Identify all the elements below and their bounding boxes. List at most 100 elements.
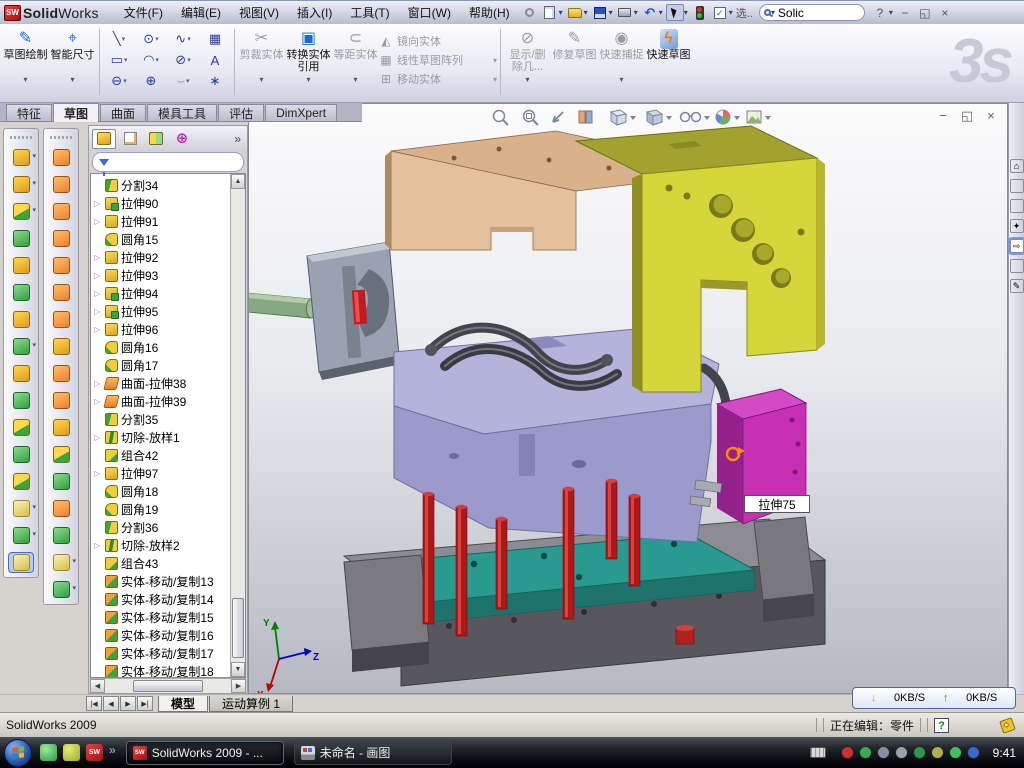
feature-tree-item[interactable]: ▷ 拉伸92: [94, 248, 230, 266]
scroll-down-icon[interactable]: ▼: [231, 662, 245, 677]
feature-tree-item[interactable]: ▷ 分割36: [94, 518, 230, 536]
surface-tool-button[interactable]: [48, 201, 74, 222]
quick-launch-messenger-icon[interactable]: [40, 744, 57, 761]
sketch-tool-button[interactable]: ∗▾: [199, 71, 231, 91]
zoom-area-icon[interactable]: [524, 111, 539, 126]
feature-tree-item[interactable]: ▷ 拉伸91: [94, 212, 230, 230]
scroll-thumb[interactable]: [133, 680, 203, 692]
taskbar-task-button[interactable]: 未命名 - 画图: [294, 741, 452, 765]
scroll-left-icon[interactable]: ◀: [90, 679, 105, 693]
hide-show-items-icon[interactable]: [681, 113, 711, 122]
feature-tree-item[interactable]: ▷ 拉伸94: [94, 284, 230, 302]
options-button[interactable]: 选..: [736, 5, 753, 21]
feature-tool-button[interactable]: [8, 282, 34, 303]
tree-vertical-scrollbar[interactable]: ▲ ▼: [230, 174, 245, 677]
feature-tree-item[interactable]: ▷ 圆角15: [94, 230, 230, 248]
feature-tree-item[interactable]: ▷ 实体-移动/复制15: [94, 608, 230, 626]
left-rail-part[interactable]: [344, 555, 429, 672]
dropdown-caret-icon[interactable]: ▾: [493, 75, 497, 84]
surface-tool-button[interactable]: [48, 255, 74, 276]
sketch-tool-button[interactable]: ╲▾: [103, 29, 135, 49]
surface-tool-button[interactable]: [48, 363, 74, 384]
ribbon-stack-button[interactable]: ▦ 线性草图阵列 ▾: [379, 52, 497, 68]
feature-tree-item[interactable]: ▷ 实体-移动/复制13: [94, 572, 230, 590]
menu-item[interactable]: 视图(V): [230, 2, 288, 23]
tray-icon[interactable]: [841, 746, 854, 759]
expand-arrow-icon[interactable]: ▷: [94, 307, 102, 316]
tray-icon[interactable]: [859, 746, 872, 759]
surface-tool-button[interactable]: [48, 390, 74, 411]
ribbon-big-button[interactable]: ▣ 转换实体引用 ▾: [285, 27, 332, 84]
ribbon-stack-button[interactable]: ⊞ 移动实体 ▾: [379, 71, 497, 87]
save-button[interactable]: [591, 4, 609, 21]
taskbar-clock[interactable]: 9:41: [993, 746, 1016, 760]
expand-arrow-icon[interactable]: ▷: [94, 325, 102, 334]
tray-icon[interactable]: [967, 746, 980, 759]
scene-icon[interactable]: [747, 111, 771, 123]
surface-tool-button[interactable]: [48, 498, 74, 519]
tree-filter-input[interactable]: [92, 152, 244, 172]
quick-launch-solidworks-icon[interactable]: SW: [86, 744, 103, 761]
ribbon-big-button[interactable]: ⊂ 等距实体 ▾: [332, 27, 379, 84]
scroll-right-icon[interactable]: ▶: [231, 679, 246, 693]
feature-tree-item[interactable]: ▷ 切除-放样2: [94, 536, 230, 554]
appearances-icon[interactable]: [716, 110, 740, 124]
tree-horizontal-scrollbar[interactable]: ◀ ▶: [90, 678, 246, 693]
task-pane-tab[interactable]: ✎: [1010, 279, 1024, 293]
featuremanager-tab[interactable]: [92, 129, 116, 149]
rebuild-button[interactable]: [691, 4, 709, 21]
expand-arrow-icon[interactable]: ▷: [94, 289, 102, 298]
task-pane-tab[interactable]: [1010, 179, 1024, 193]
quick-tips-icon[interactable]: ?: [934, 718, 949, 733]
restore-button[interactable]: ◱: [916, 6, 934, 20]
expand-arrow-icon[interactable]: ▷: [94, 199, 102, 208]
task-pane-tab[interactable]: ⇨: [1010, 239, 1024, 253]
feature-tool-button[interactable]: [8, 174, 34, 195]
surface-tool-button[interactable]: [48, 471, 74, 492]
feature-tool-button[interactable]: [8, 552, 34, 573]
menu-item[interactable]: 帮助(H): [460, 2, 519, 23]
feature-tool-button[interactable]: [8, 309, 34, 330]
surface-tool-button[interactable]: [48, 147, 74, 168]
open-button[interactable]: [566, 4, 584, 21]
feature-tool-button[interactable]: [8, 255, 34, 276]
feature-tool-button[interactable]: [8, 336, 34, 357]
graphics-viewport[interactable]: Y Z X − ◱ × 拉伸7: [248, 103, 1008, 694]
tags-icon[interactable]: [999, 717, 1016, 734]
feature-tool-button[interactable]: [8, 228, 34, 249]
sketch-tool-button[interactable]: ▦▾: [199, 29, 231, 49]
zoom-fit-icon[interactable]: [494, 111, 509, 126]
feature-tool-button[interactable]: [8, 201, 34, 222]
feature-tool-button[interactable]: [8, 417, 34, 438]
feature-tree-item[interactable]: ▷ 圆角19: [94, 500, 230, 518]
sketch-tool-button[interactable]: ∿▾: [167, 29, 199, 49]
feature-tree-item[interactable]: ▷ 分割34: [94, 176, 230, 194]
task-pane-tab[interactable]: [1010, 259, 1024, 273]
display-style-icon[interactable]: [647, 110, 672, 125]
model-tab[interactable]: 模型: [158, 696, 208, 712]
expand-arrow-icon[interactable]: ▷: [94, 217, 102, 226]
tab-nav-button[interactable]: ▶: [120, 696, 136, 711]
doc-close-button[interactable]: ×: [983, 108, 999, 124]
undo-button[interactable]: ↶: [641, 4, 659, 21]
feature-tree-item[interactable]: ▷ 拉伸90: [94, 194, 230, 212]
feature-tree-item[interactable]: ▷ 实体-移动/复制14: [94, 590, 230, 608]
tray-icon[interactable]: [895, 746, 908, 759]
menu-item[interactable]: 文件(F): [115, 2, 172, 23]
dropdown-caret-icon[interactable]: ▾: [353, 75, 357, 84]
feature-tree-item[interactable]: ▷ 拉伸97: [94, 464, 230, 482]
ribbon-tab[interactable]: 评估: [218, 104, 264, 121]
surface-tool-button[interactable]: [48, 552, 74, 573]
previous-view-icon[interactable]: [553, 112, 563, 122]
surface-tool-button[interactable]: [48, 579, 74, 600]
doc-restore-button[interactable]: ◱: [959, 108, 975, 124]
feature-tool-button[interactable]: [8, 471, 34, 492]
feature-tool-button[interactable]: [8, 444, 34, 465]
feature-tree-item[interactable]: ▷ 组合43: [94, 554, 230, 572]
expand-arrow-icon[interactable]: ▷: [94, 469, 102, 478]
sketch-tool-button[interactable]: ⊕▾: [135, 71, 167, 91]
quick-launch-security-icon[interactable]: [63, 744, 80, 761]
design-checker-button[interactable]: ✓: [711, 4, 729, 21]
scroll-up-icon[interactable]: ▲: [231, 174, 245, 189]
ribbon-stack-button[interactable]: ◭ 镜向实体 ▾: [379, 33, 497, 49]
